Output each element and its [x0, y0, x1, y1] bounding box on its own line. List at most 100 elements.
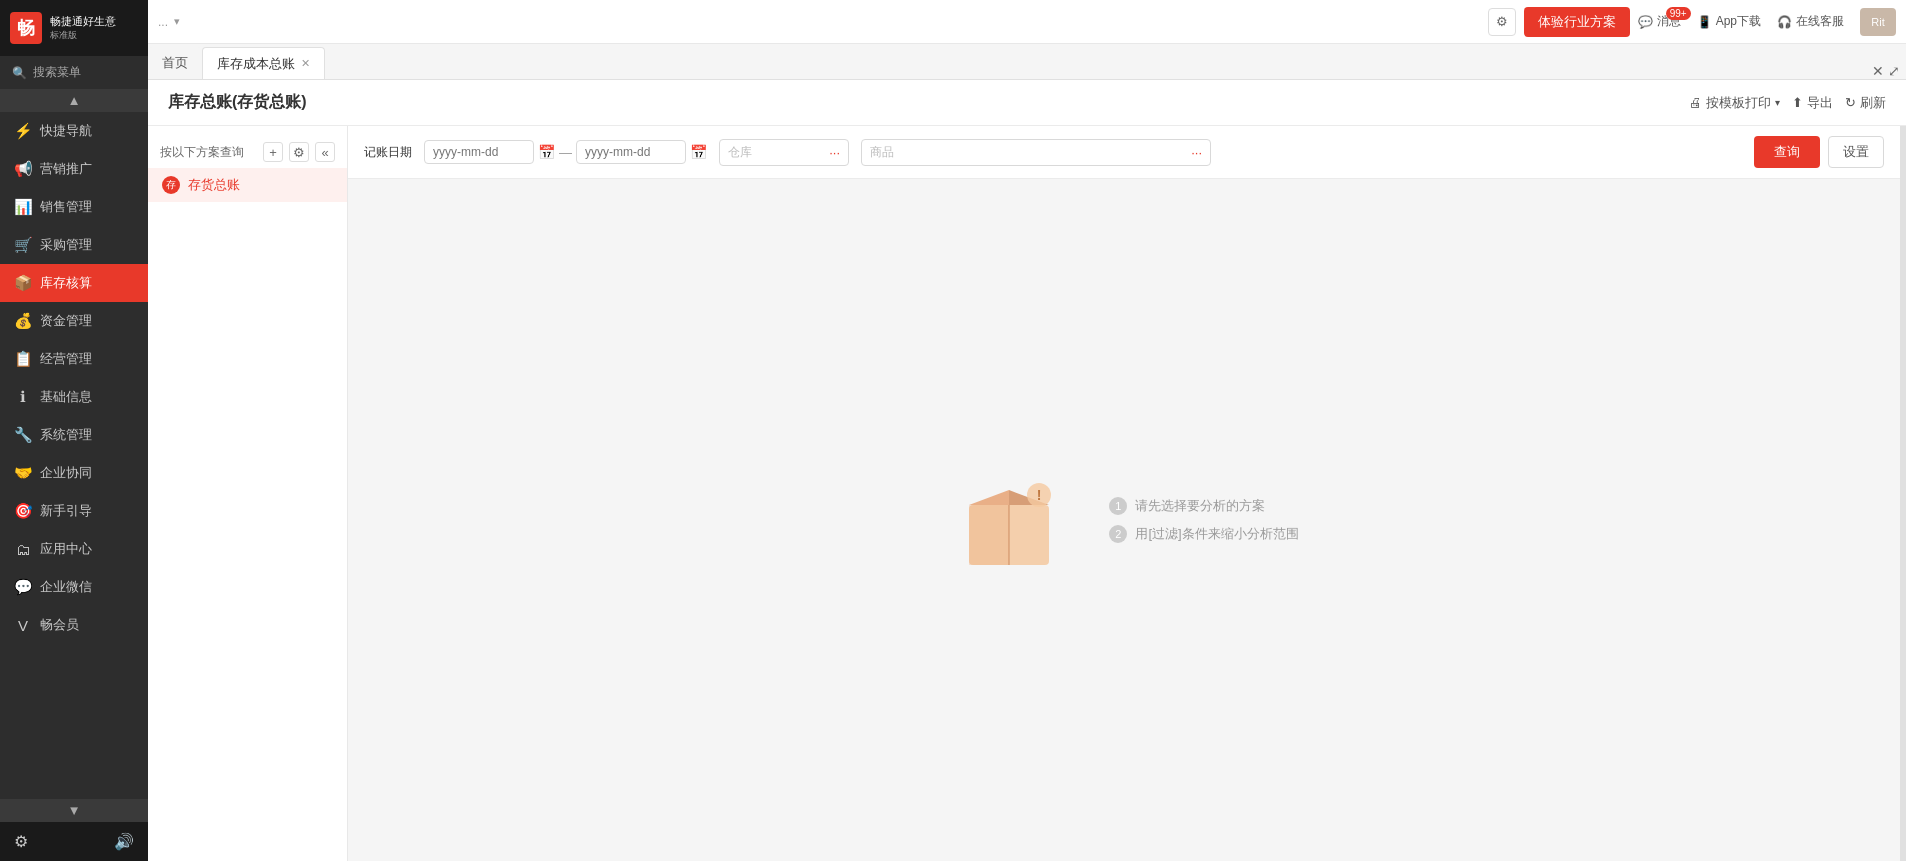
- sales-icon: 📊: [14, 198, 32, 216]
- newbie-icon: 🎯: [14, 502, 32, 520]
- sidebar-nav: ⚡ 快捷导航 📢 营销推广 📊 销售管理 🛒 采购管理 📦 库存核算 💰 资金管…: [0, 112, 148, 799]
- scroll-down-btn[interactable]: ▼: [0, 799, 148, 822]
- inventory-icon: 📦: [14, 274, 32, 292]
- filter-bar: 记账日期 📅 — 📅 仓库 ··· 商品 ··· 查询: [348, 126, 1900, 179]
- sidebar-item-quick-nav[interactable]: ⚡ 快捷导航: [0, 112, 148, 150]
- warehouse-more-icon[interactable]: ···: [829, 145, 840, 160]
- sidebar-item-label: 畅会员: [40, 616, 79, 634]
- calendar-start-icon[interactable]: 📅: [538, 144, 555, 160]
- sidebar-item-label: 企业微信: [40, 578, 92, 596]
- empty-state: ! 1 请先选择要分析的方案 2 用[过滤]条件来缩小分析范围: [348, 179, 1900, 861]
- date-end-input[interactable]: [576, 140, 686, 164]
- sidebar-item-label: 新手引导: [40, 502, 92, 520]
- calendar-end-icon[interactable]: 📅: [690, 144, 707, 160]
- date-dash: —: [559, 145, 572, 160]
- filter-item-label: 存货总账: [188, 176, 240, 194]
- sidebar-item-label: 库存核算: [40, 274, 92, 292]
- online-support-btn[interactable]: 🎧 在线客服: [1777, 13, 1844, 30]
- message-icon: 💬: [1638, 15, 1653, 29]
- sidebar-item-newbie[interactable]: 🎯 新手引导: [0, 492, 148, 530]
- system-icon: 🔧: [14, 426, 32, 444]
- breadcrumb-arrow: ▾: [174, 15, 180, 28]
- sidebar-item-marketing[interactable]: 📢 营销推广: [0, 150, 148, 188]
- search-menu[interactable]: 🔍 搜索菜单: [0, 56, 148, 89]
- tab-inventory-cost[interactable]: 库存成本总账 ✕: [202, 47, 325, 79]
- svg-text:!: !: [1037, 487, 1042, 503]
- main-area: ... ▾ ⚙ 体验行业方案 💬 消息 99+ 📱 App下载 🎧 在线客服 R…: [148, 0, 1906, 861]
- sidebar-item-enterprise[interactable]: 🤝 企业协同: [0, 454, 148, 492]
- search-menu-label: 搜索菜单: [33, 64, 81, 81]
- app-download-btn[interactable]: 📱 App下载: [1697, 13, 1761, 30]
- filter-item-inventory-ledger[interactable]: 存 存货总账: [148, 168, 347, 202]
- filter-settings-btn[interactable]: 设置: [1828, 136, 1884, 168]
- sidebar-item-system[interactable]: 🔧 系统管理: [0, 416, 148, 454]
- date-start-input[interactable]: [424, 140, 534, 164]
- logo-icon: 畅: [10, 12, 42, 44]
- sidebar-item-sales[interactable]: 📊 销售管理: [0, 188, 148, 226]
- tab-close-btn[interactable]: ✕: [301, 57, 310, 70]
- warehouse-select[interactable]: 仓库 ···: [719, 139, 849, 166]
- warehouse-label: 仓库: [728, 144, 752, 161]
- user-avatar[interactable]: Rit: [1860, 8, 1896, 36]
- sidebar-item-label: 销售管理: [40, 198, 92, 216]
- sidebar-item-inventory[interactable]: 📦 库存核算: [0, 264, 148, 302]
- sidebar-item-purchase[interactable]: 🛒 采购管理: [0, 226, 148, 264]
- sidebar-item-label: 系统管理: [40, 426, 92, 444]
- filter-panel: 按以下方案查询 + ⚙ « 存 存货总账: [148, 126, 348, 861]
- date-label: 记账日期: [364, 144, 412, 161]
- content-area: 按以下方案查询 + ⚙ « 存 存货总账: [148, 126, 1906, 861]
- topbar-settings-btn[interactable]: ⚙: [1488, 8, 1516, 36]
- footer-settings-icon[interactable]: ⚙: [14, 832, 28, 851]
- query-btn[interactable]: 查询: [1754, 136, 1820, 168]
- tab-bar: 首页 库存成本总账 ✕ ✕ ⤢: [148, 44, 1906, 80]
- phone-icon: 📱: [1697, 15, 1712, 29]
- product-more-icon[interactable]: ···: [1191, 145, 1202, 160]
- sidebar-item-label: 经营管理: [40, 350, 92, 368]
- enterprise-icon: 🤝: [14, 464, 32, 482]
- empty-hint-2: 2 用[过滤]条件来缩小分析范围: [1109, 525, 1298, 543]
- sidebar-item-wechat[interactable]: 💬 企业微信: [0, 568, 148, 606]
- svg-rect-1: [969, 505, 1009, 565]
- tab-home[interactable]: 首页: [148, 47, 202, 79]
- date-range-input: 📅 — 📅: [424, 140, 707, 164]
- print-btn[interactable]: 🖨 按模板打印 ▾: [1689, 94, 1780, 112]
- footer-audio-icon[interactable]: 🔊: [114, 832, 134, 851]
- sidebar-footer: ⚙ 🔊: [0, 822, 148, 861]
- hint-num-2: 2: [1109, 525, 1127, 543]
- topbar: ... ▾ ⚙ 体验行业方案 💬 消息 99+ 📱 App下载 🎧 在线客服 R…: [148, 0, 1906, 44]
- app-name: 畅捷通好生意: [50, 14, 116, 28]
- user-name: Rit: [1871, 16, 1884, 28]
- refresh-label: 刷新: [1860, 94, 1886, 112]
- hint-num-1: 1: [1109, 497, 1127, 515]
- product-select[interactable]: 商品 ···: [861, 139, 1211, 166]
- resize-handle[interactable]: [1900, 126, 1906, 861]
- sidebar-item-operations[interactable]: 📋 经营管理: [0, 340, 148, 378]
- tab-panel-expand-btn[interactable]: ⤢: [1888, 63, 1900, 79]
- export-icon: ⬆: [1792, 95, 1803, 110]
- sidebar-item-label: 应用中心: [40, 540, 92, 558]
- sidebar-item-basic-info[interactable]: ℹ 基础信息: [0, 378, 148, 416]
- filter-add-btn[interactable]: +: [263, 142, 283, 162]
- export-btn[interactable]: ⬆ 导出: [1792, 94, 1833, 112]
- sidebar-item-finance[interactable]: 💰 资金管理: [0, 302, 148, 340]
- industry-btn[interactable]: 体验行业方案: [1524, 7, 1630, 37]
- tab-panel-close-btn[interactable]: ✕: [1872, 63, 1884, 79]
- refresh-btn[interactable]: ↻ 刷新: [1845, 94, 1886, 112]
- empty-text: 1 请先选择要分析的方案 2 用[过滤]条件来缩小分析范围: [1109, 497, 1298, 543]
- filter-settings-btn[interactable]: ⚙: [289, 142, 309, 162]
- finance-icon: 💰: [14, 312, 32, 330]
- message-badge: 99+: [1666, 7, 1691, 20]
- filter-header-label: 按以下方案查询: [160, 144, 244, 161]
- print-arrow: ▾: [1775, 97, 1780, 108]
- print-label: 按模板打印: [1706, 94, 1771, 112]
- tab-home-label: 首页: [162, 54, 188, 72]
- sidebar-item-member[interactable]: V 畅会员: [0, 606, 148, 644]
- gear-icon: ⚙: [1496, 14, 1508, 29]
- search-icon: 🔍: [12, 66, 27, 80]
- sidebar-item-label: 营销推广: [40, 160, 92, 178]
- filter-collapse-btn[interactable]: «: [315, 142, 335, 162]
- scroll-up-btn[interactable]: ▲: [0, 89, 148, 112]
- message-btn[interactable]: 💬 消息 99+: [1638, 13, 1681, 30]
- member-icon: V: [14, 617, 32, 634]
- sidebar-item-app-center[interactable]: 🗂 应用中心: [0, 530, 148, 568]
